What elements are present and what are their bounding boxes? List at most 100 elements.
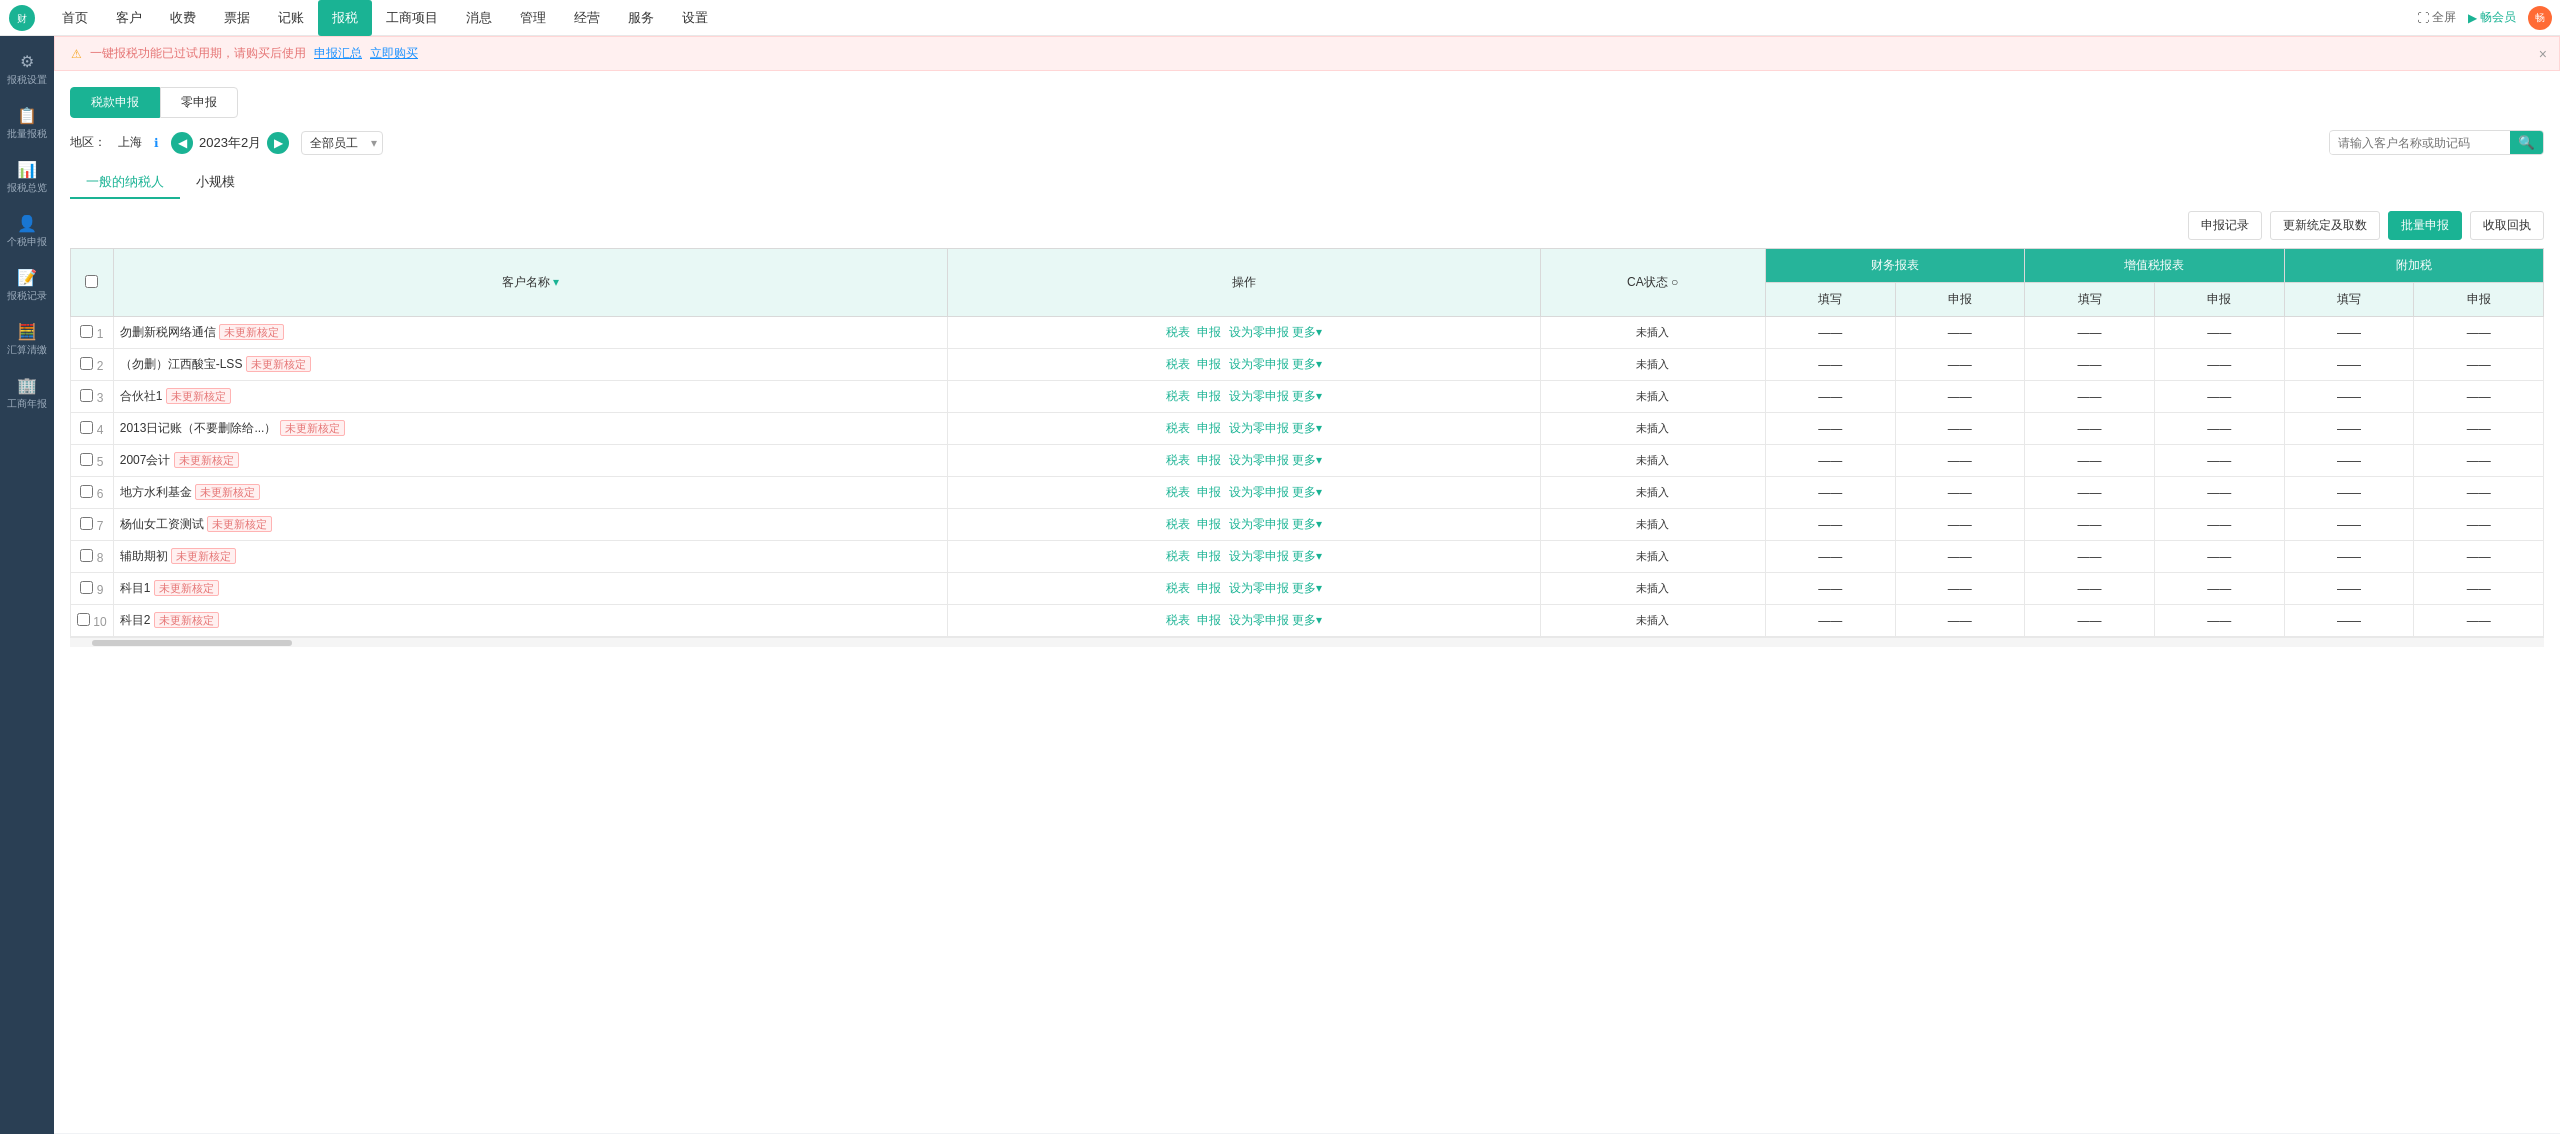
op-submit[interactable]: 申报 [1197,549,1221,563]
trial-link-summary[interactable]: 申报汇总 [314,45,362,62]
op-submit[interactable]: 申报 [1197,325,1221,339]
row-checkbox[interactable] [77,613,90,626]
nav-item-记账[interactable]: 记账 [264,0,318,36]
row-checkbox[interactable] [80,581,93,594]
row-checkbox[interactable] [80,549,93,562]
op-submit[interactable]: 申报 [1197,357,1221,371]
status-tag[interactable]: 未更新核定 [154,580,219,596]
taxpayer-tab-小规模[interactable]: 小规模 [180,167,251,199]
upgrade-button[interactable]: ▶ 畅会员 [2468,9,2516,26]
search-input[interactable] [2330,132,2510,154]
op-tax-table[interactable]: 税表 [1166,549,1190,563]
sidebar-item-批量报税[interactable]: 📋批量报税 [2,98,52,148]
op-zero-submit[interactable]: 设为零申报 [1229,453,1289,467]
op-tax-table[interactable]: 税表 [1166,357,1190,371]
nav-item-首页[interactable]: 首页 [48,0,102,36]
op-submit[interactable]: 申报 [1197,389,1221,403]
op-more-button[interactable]: 更多▾ [1292,325,1322,339]
nav-item-管理[interactable]: 管理 [506,0,560,36]
op-submit[interactable]: 申报 [1197,613,1221,627]
row-checkbox[interactable] [80,421,93,434]
op-more-button[interactable]: 更多▾ [1292,357,1322,371]
region-info-icon[interactable]: ℹ [154,136,159,150]
op-tax-table[interactable]: 税表 [1166,485,1190,499]
status-tag[interactable]: 未更新核定 [195,484,260,500]
op-zero-submit[interactable]: 设为零申报 [1229,421,1289,435]
nav-item-报税[interactable]: 报税 [318,0,372,36]
op-more-button[interactable]: 更多▾ [1292,613,1322,627]
op-tax-table[interactable]: 税表 [1166,421,1190,435]
op-tax-table[interactable]: 税表 [1166,389,1190,403]
fullscreen-button[interactable]: ⛶ 全屏 [2417,9,2456,26]
op-more-button[interactable]: 更多▾ [1292,485,1322,499]
select-all-checkbox[interactable] [85,275,98,288]
nav-item-经营[interactable]: 经营 [560,0,614,36]
nav-item-收费[interactable]: 收费 [156,0,210,36]
batch-submit-button[interactable]: 批量申报 [2388,211,2462,240]
nav-item-客户[interactable]: 客户 [102,0,156,36]
op-more-button[interactable]: 更多▾ [1292,581,1322,595]
op-zero-submit[interactable]: 设为零申报 [1229,581,1289,595]
op-zero-submit[interactable]: 设为零申报 [1229,485,1289,499]
user-avatar[interactable]: 畅 [2528,6,2552,30]
nav-item-消息[interactable]: 消息 [452,0,506,36]
row-checkbox[interactable] [80,453,93,466]
update-fetch-button[interactable]: 更新统定及取数 [2270,211,2380,240]
status-tag[interactable]: 未更新核定 [171,548,236,564]
nav-item-票据[interactable]: 票据 [210,0,264,36]
op-tax-table[interactable]: 税表 [1166,581,1190,595]
sidebar-item-报税总览[interactable]: 📊报税总览 [2,152,52,202]
sidebar-item-个税申报[interactable]: 👤个税申报 [2,206,52,256]
sidebar-item-汇算清缴[interactable]: 🧮汇算清缴 [2,314,52,364]
banner-close-button[interactable]: × [2539,46,2547,62]
sidebar-item-报税设置[interactable]: ⚙报税设置 [2,44,52,94]
status-tag[interactable]: 未更新核定 [246,356,311,372]
op-zero-submit[interactable]: 设为零申报 [1229,517,1289,531]
row-checkbox[interactable] [80,389,93,402]
op-submit[interactable]: 申报 [1197,421,1221,435]
main-tab-零申报[interactable]: 零申报 [160,87,238,118]
nav-item-设置[interactable]: 设置 [668,0,722,36]
row-checkbox[interactable] [80,485,93,498]
op-tax-table[interactable]: 税表 [1166,325,1190,339]
horizontal-scrollbar[interactable] [70,637,2544,647]
row-checkbox[interactable] [80,325,93,338]
sidebar-item-报税记录[interactable]: 📝报税记录 [2,260,52,310]
op-zero-submit[interactable]: 设为零申报 [1229,549,1289,563]
op-submit[interactable]: 申报 [1197,517,1221,531]
op-tax-table[interactable]: 税表 [1166,517,1190,531]
op-submit[interactable]: 申报 [1197,453,1221,467]
op-more-button[interactable]: 更多▾ [1292,549,1322,563]
search-button[interactable]: 🔍 [2510,131,2543,154]
op-tax-table[interactable]: 税表 [1166,453,1190,467]
taxpayer-tab-一般的纳税人[interactable]: 一般的纳税人 [70,167,180,199]
op-more-button[interactable]: 更多▾ [1292,517,1322,531]
op-tax-table[interactable]: 税表 [1166,613,1190,627]
status-tag[interactable]: 未更新核定 [166,388,231,404]
nav-item-工商项目[interactable]: 工商项目 [372,0,452,36]
date-prev-button[interactable]: ◀ [171,132,193,154]
op-zero-submit[interactable]: 设为零申报 [1229,325,1289,339]
op-more-button[interactable]: 更多▾ [1292,421,1322,435]
scrollbar-thumb[interactable] [92,640,292,646]
op-submit[interactable]: 申报 [1197,485,1221,499]
date-next-button[interactable]: ▶ [267,132,289,154]
status-tag[interactable]: 未更新核定 [207,516,272,532]
op-zero-submit[interactable]: 设为零申报 [1229,357,1289,371]
dept-select[interactable]: 全部员工 [301,131,383,155]
row-checkbox[interactable] [80,517,93,530]
row-checkbox[interactable] [80,357,93,370]
status-tag[interactable]: 未更新核定 [219,324,284,340]
op-zero-submit[interactable]: 设为零申报 [1229,613,1289,627]
nav-item-服务[interactable]: 服务 [614,0,668,36]
op-zero-submit[interactable]: 设为零申报 [1229,389,1289,403]
op-more-button[interactable]: 更多▾ [1292,389,1322,403]
op-more-button[interactable]: 更多▾ [1292,453,1322,467]
main-tab-税款申报[interactable]: 税款申报 [70,87,160,118]
status-tag[interactable]: 未更新核定 [174,452,239,468]
submit-record-button[interactable]: 申报记录 [2188,211,2262,240]
trial-link-buy[interactable]: 立即购买 [370,45,418,62]
status-tag[interactable]: 未更新核定 [280,420,345,436]
sidebar-item-工商年报[interactable]: 🏢工商年报 [2,368,52,418]
fetch-receipt-button[interactable]: 收取回执 [2470,211,2544,240]
